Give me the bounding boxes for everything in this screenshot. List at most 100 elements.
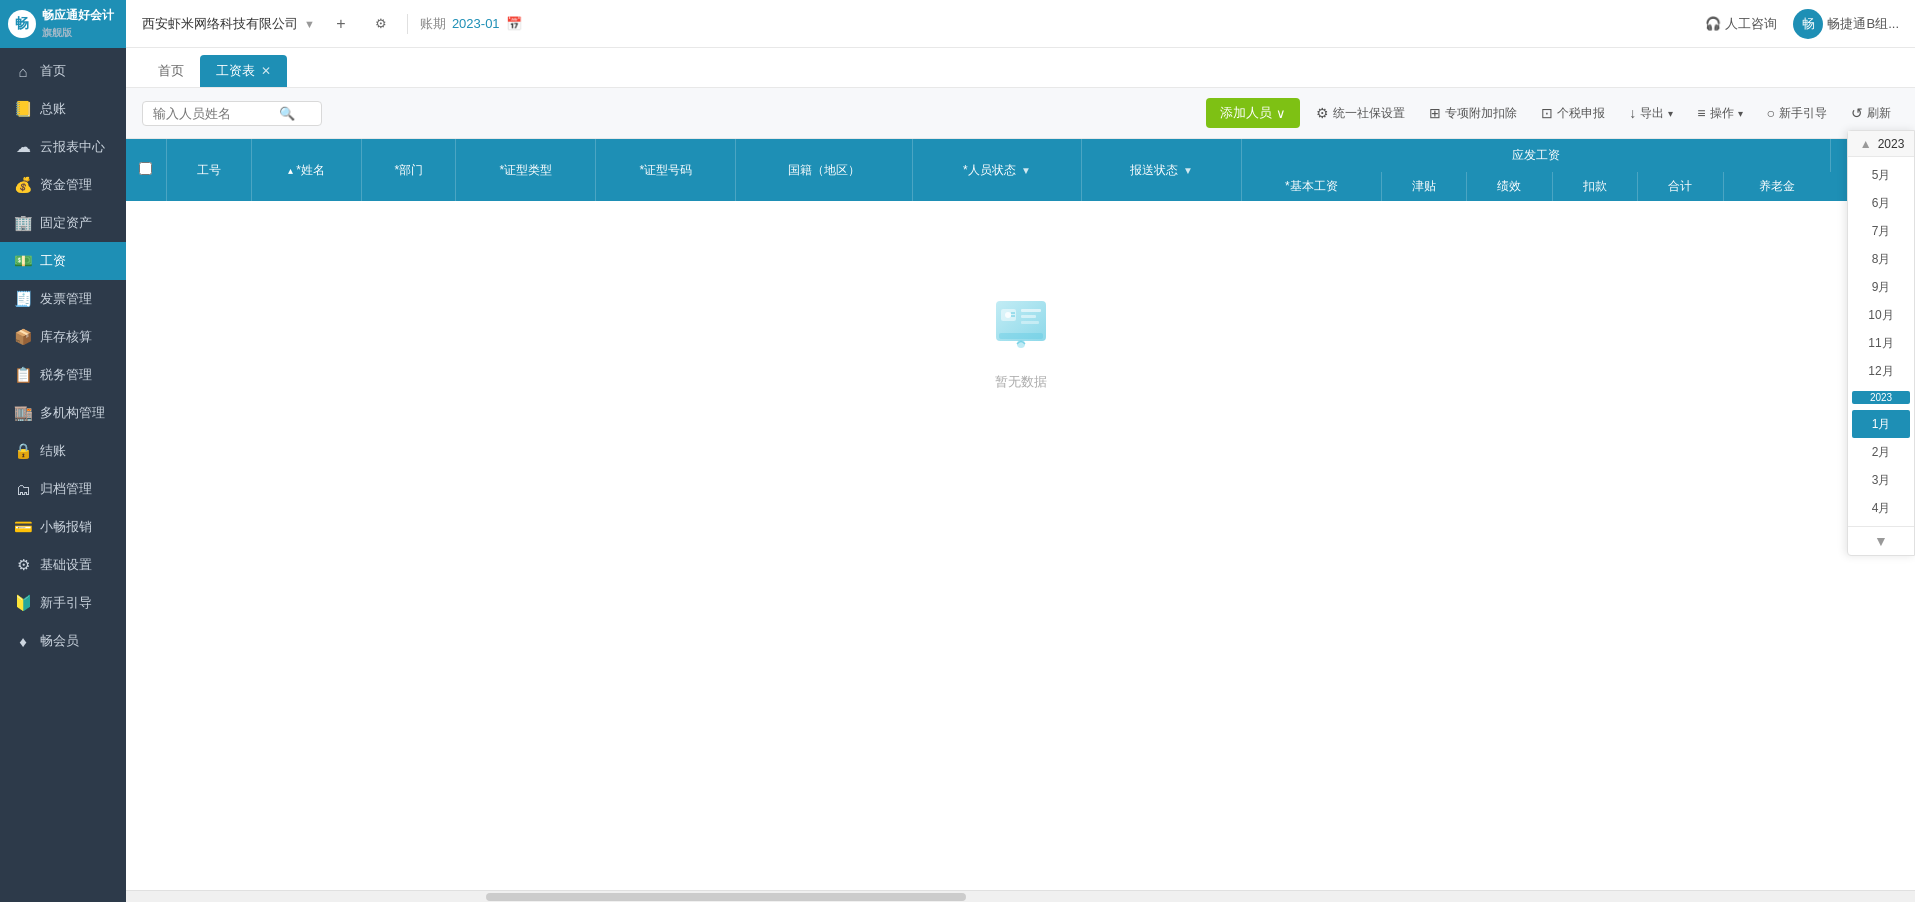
- sidebar-item-fund-label: 资金管理: [40, 176, 92, 194]
- period-value[interactable]: 2023-01: [452, 16, 500, 31]
- date-prev-year-button[interactable]: ▲: [1858, 136, 1874, 152]
- account-period: 账期 2023-01 📅: [420, 15, 522, 33]
- sidebar-item-ledger[interactable]: 📒 总账: [0, 90, 126, 128]
- svg-rect-6: [999, 333, 1043, 339]
- table-header-allowance: 津贴: [1381, 172, 1466, 201]
- export-button[interactable]: ↓ 导出 ▾: [1621, 101, 1681, 126]
- table-header-name: ▴ *姓名: [251, 139, 361, 201]
- company-dropdown-icon: ▼: [304, 18, 315, 30]
- sidebar-item-archive[interactable]: 🗂 归档管理: [0, 470, 126, 508]
- horizontal-scrollbar[interactable]: [126, 890, 1915, 902]
- sidebar-item-new-guide[interactable]: 🔰 新手引导: [0, 584, 126, 622]
- sidebar-item-cloud-report[interactable]: ☁ 云报表中心: [0, 128, 126, 166]
- tabs-bar: 首页 工资表 ✕: [126, 48, 1915, 88]
- date-month-11[interactable]: 11月: [1848, 329, 1914, 357]
- sidebar-item-multi-org[interactable]: 🏬 多机构管理: [0, 394, 126, 432]
- date-next-year-button[interactable]: ▼: [1871, 531, 1891, 551]
- sidebar-item-fixed-assets-label: 固定资产: [40, 214, 92, 232]
- sidebar-item-tax-label: 税务管理: [40, 366, 92, 384]
- user-name: 畅捷通B组...: [1827, 15, 1899, 33]
- table-header-checkbox[interactable]: [126, 139, 166, 201]
- app-logo: 畅 畅应通好会计 旗舰版: [0, 0, 126, 48]
- sidebar-item-basic-settings-label: 基础设置: [40, 556, 92, 574]
- date-month-12[interactable]: 12月: [1848, 357, 1914, 385]
- sidebar-item-membership[interactable]: ♦ 畅会员: [0, 622, 126, 660]
- company-name: 西安虾米网络科技有限公司: [142, 15, 298, 33]
- table-header-deduction: 扣款: [1552, 172, 1637, 201]
- date-month-2[interactable]: 2月: [1848, 438, 1914, 466]
- support-button[interactable]: 🎧 人工咨询: [1705, 15, 1777, 33]
- sidebar-nav: ⌂ 首页 📒 总账 ☁ 云报表中心 💰 资金管理 🏢 固定资产 💵 工资 🧾 发…: [0, 48, 126, 902]
- social-security-icon: ⚙: [1316, 105, 1329, 121]
- date-month-4[interactable]: 4月: [1848, 494, 1914, 522]
- sidebar-item-multi-org-label: 多机构管理: [40, 404, 105, 422]
- scrollbar-thumb[interactable]: [486, 893, 966, 901]
- multi-org-icon: 🏬: [14, 404, 32, 422]
- table-header-cert-no: *证型号码: [596, 139, 736, 201]
- date-month-1[interactable]: 1月: [1852, 410, 1910, 438]
- submit-filter-icon[interactable]: ▼: [1183, 165, 1193, 176]
- date-month-7[interactable]: 7月: [1848, 217, 1914, 245]
- sidebar-item-basic-settings[interactable]: ⚙ 基础设置: [0, 546, 126, 584]
- sidebar-item-fixed-assets[interactable]: 🏢 固定资产: [0, 204, 126, 242]
- empty-icon: [981, 281, 1061, 361]
- refresh-button[interactable]: ↺ 刷新: [1843, 101, 1899, 126]
- app-edition: 旗舰版: [42, 26, 114, 40]
- social-security-button[interactable]: ⚙ 统一社保设置: [1308, 101, 1413, 126]
- table-header-submit-status: 报送状态 ▼: [1081, 139, 1241, 201]
- period-label: 账期: [420, 15, 446, 33]
- tax-declaration-button[interactable]: ⊡ 个税申报: [1533, 101, 1613, 126]
- sidebar-item-salary-label: 工资: [40, 252, 66, 270]
- search-input[interactable]: [153, 106, 273, 121]
- sidebar-item-salary[interactable]: 💵 工资: [0, 242, 126, 280]
- company-selector[interactable]: 西安虾米网络科技有限公司 ▼: [142, 15, 315, 33]
- sidebar: 畅 畅应通好会计 旗舰版 ⌂ 首页 📒 总账 ☁ 云报表中心 💰 资金管理 🏢 …: [0, 0, 126, 902]
- sidebar-item-inventory[interactable]: 📦 库存核算: [0, 318, 126, 356]
- new-guide-button[interactable]: ○ 新手引导: [1759, 101, 1835, 126]
- table-header-dept: *部门: [362, 139, 456, 201]
- special-deduction-button[interactable]: ⊞ 专项附加扣除: [1421, 101, 1525, 126]
- tab-salary[interactable]: 工资表 ✕: [200, 55, 287, 87]
- date-month-9[interactable]: 9月: [1848, 273, 1914, 301]
- sidebar-item-tax[interactable]: 📋 税务管理: [0, 356, 126, 394]
- add-person-label: 添加人员: [1220, 104, 1272, 122]
- company-settings-button[interactable]: ⚙: [367, 10, 395, 38]
- operation-button[interactable]: ≡ 操作 ▾: [1689, 101, 1750, 126]
- svg-rect-3: [1021, 315, 1036, 318]
- sidebar-item-membership-label: 畅会员: [40, 632, 79, 650]
- sidebar-item-expense[interactable]: 💳 小畅报销: [0, 508, 126, 546]
- table-header-salary-group: 应发工资: [1241, 139, 1830, 172]
- table-header-base-salary: *基本工资: [1241, 172, 1381, 201]
- date-month-6[interactable]: 6月: [1848, 189, 1914, 217]
- topbar: 西安虾米网络科技有限公司 ▼ + ⚙ 账期 2023-01 📅 🎧 人工咨询 畅…: [126, 0, 1915, 48]
- topbar-right: 🎧 人工咨询 畅 畅捷通B组...: [1705, 9, 1899, 39]
- table-header-no: 工号: [166, 139, 251, 201]
- sidebar-item-home[interactable]: ⌂ 首页: [0, 52, 126, 90]
- tab-home[interactable]: 首页: [142, 55, 200, 87]
- table-header-total: 合计: [1638, 172, 1723, 201]
- select-all-checkbox[interactable]: [139, 162, 152, 175]
- add-person-button[interactable]: 添加人员 ∨: [1206, 98, 1300, 128]
- home-icon: ⌂: [14, 63, 32, 80]
- user-menu[interactable]: 畅 畅捷通B组...: [1793, 9, 1899, 39]
- status-filter-icon[interactable]: ▼: [1021, 165, 1031, 176]
- add-company-button[interactable]: +: [327, 10, 355, 38]
- date-month-8[interactable]: 8月: [1848, 245, 1914, 273]
- tab-salary-label: 工资表: [216, 62, 255, 80]
- date-month-10[interactable]: 10月: [1848, 301, 1914, 329]
- sidebar-item-home-label: 首页: [40, 62, 66, 80]
- date-panel-year: 2023: [1878, 137, 1905, 151]
- date-month-3[interactable]: 3月: [1848, 466, 1914, 494]
- sidebar-item-close-account[interactable]: 🔒 结账: [0, 432, 126, 470]
- guide-icon: 🔰: [14, 594, 32, 612]
- sidebar-item-invoice-label: 发票管理: [40, 290, 92, 308]
- tab-salary-close[interactable]: ✕: [261, 64, 271, 78]
- calendar-icon[interactable]: 📅: [506, 16, 522, 31]
- sidebar-item-fund[interactable]: 💰 资金管理: [0, 166, 126, 204]
- empty-text: 暂无数据: [995, 373, 1047, 391]
- expense-icon: 💳: [14, 518, 32, 536]
- sidebar-item-invoice[interactable]: 🧾 发票管理: [0, 280, 126, 318]
- content-area: 🔍 添加人员 ∨ ⚙ 统一社保设置 ⊞ 专项附加扣除 ⊡ 个税申报 ↓ 导出: [126, 88, 1915, 902]
- date-month-5[interactable]: 5月: [1848, 161, 1914, 189]
- svg-rect-4: [1021, 321, 1039, 324]
